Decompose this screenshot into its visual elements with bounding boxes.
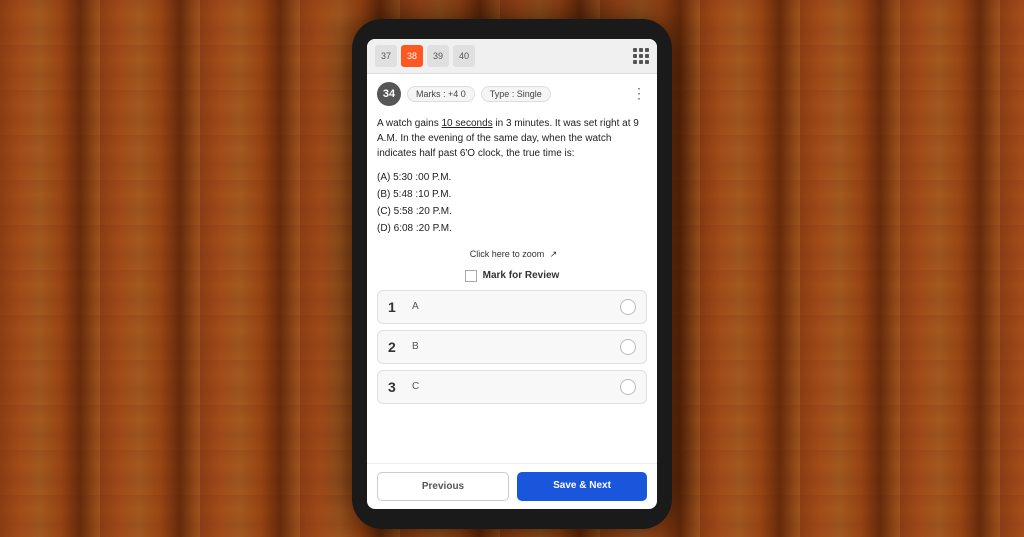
mark-review-section: Mark for Review xyxy=(367,266,657,286)
answer-num-2: 2 xyxy=(388,339,404,355)
previous-button[interactable]: Previous xyxy=(377,472,509,501)
question-number-badge: 34 xyxy=(377,82,401,106)
bottom-buttons: Previous Save & Next xyxy=(367,463,657,509)
mark-review-checkbox[interactable] xyxy=(465,270,477,282)
answer-row-1[interactable]: 1 A xyxy=(377,290,647,324)
answer-num-1: 1 xyxy=(388,299,404,315)
question-text: A watch gains 10 seconds in 3 minutes. I… xyxy=(367,110,657,167)
nav-num-37[interactable]: 37 xyxy=(375,45,397,67)
option-d[interactable]: (D) 6:08 :20 P.M. xyxy=(377,222,647,236)
answers-section: 1 A 2 B 3 C xyxy=(367,286,657,463)
marks-badge: Marks : +4 0 xyxy=(407,86,475,102)
answer-row-2[interactable]: 2 B xyxy=(377,330,647,364)
option-c[interactable]: (C) 5:58 :20 P.M. xyxy=(377,205,647,219)
option-b[interactable]: (B) 5:48 :10 P.M. xyxy=(377,188,647,202)
answer-radio-2[interactable] xyxy=(620,339,636,355)
answer-row-3[interactable]: 3 C xyxy=(377,370,647,404)
save-next-button[interactable]: Save & Next xyxy=(517,472,647,501)
answer-num-3: 3 xyxy=(388,379,404,395)
answer-letter-1: A xyxy=(412,301,612,312)
option-a[interactable]: (A) 5:30 :00 P.M. xyxy=(377,171,647,185)
grid-menu-icon[interactable] xyxy=(633,48,649,64)
answer-radio-3[interactable] xyxy=(620,379,636,395)
zoom-icon: ↗ xyxy=(550,249,558,259)
nav-num-38[interactable]: 38 xyxy=(401,45,423,67)
nav-num-40[interactable]: 40 xyxy=(453,45,475,67)
mark-review-label: Mark for Review xyxy=(483,270,560,281)
more-options-icon[interactable]: ⋮ xyxy=(632,85,647,102)
answer-radio-1[interactable] xyxy=(620,299,636,315)
top-nav-bar: 37 38 39 40 xyxy=(367,39,657,74)
type-badge: Type : Single xyxy=(481,86,551,102)
nav-num-39[interactable]: 39 xyxy=(427,45,449,67)
question-header: 34 Marks : +4 0 Type : Single ⋮ xyxy=(367,74,657,110)
phone-frame: 37 38 39 40 xyxy=(352,19,672,529)
phone-screen: 37 38 39 40 xyxy=(367,39,657,509)
options-list: (A) 5:30 :00 P.M. (B) 5:48 :10 P.M. (C) … xyxy=(367,167,657,243)
answer-letter-3: C xyxy=(412,381,612,392)
answer-letter-2: B xyxy=(412,341,612,352)
zoom-link[interactable]: Click here to zoom ↗ xyxy=(367,243,657,266)
